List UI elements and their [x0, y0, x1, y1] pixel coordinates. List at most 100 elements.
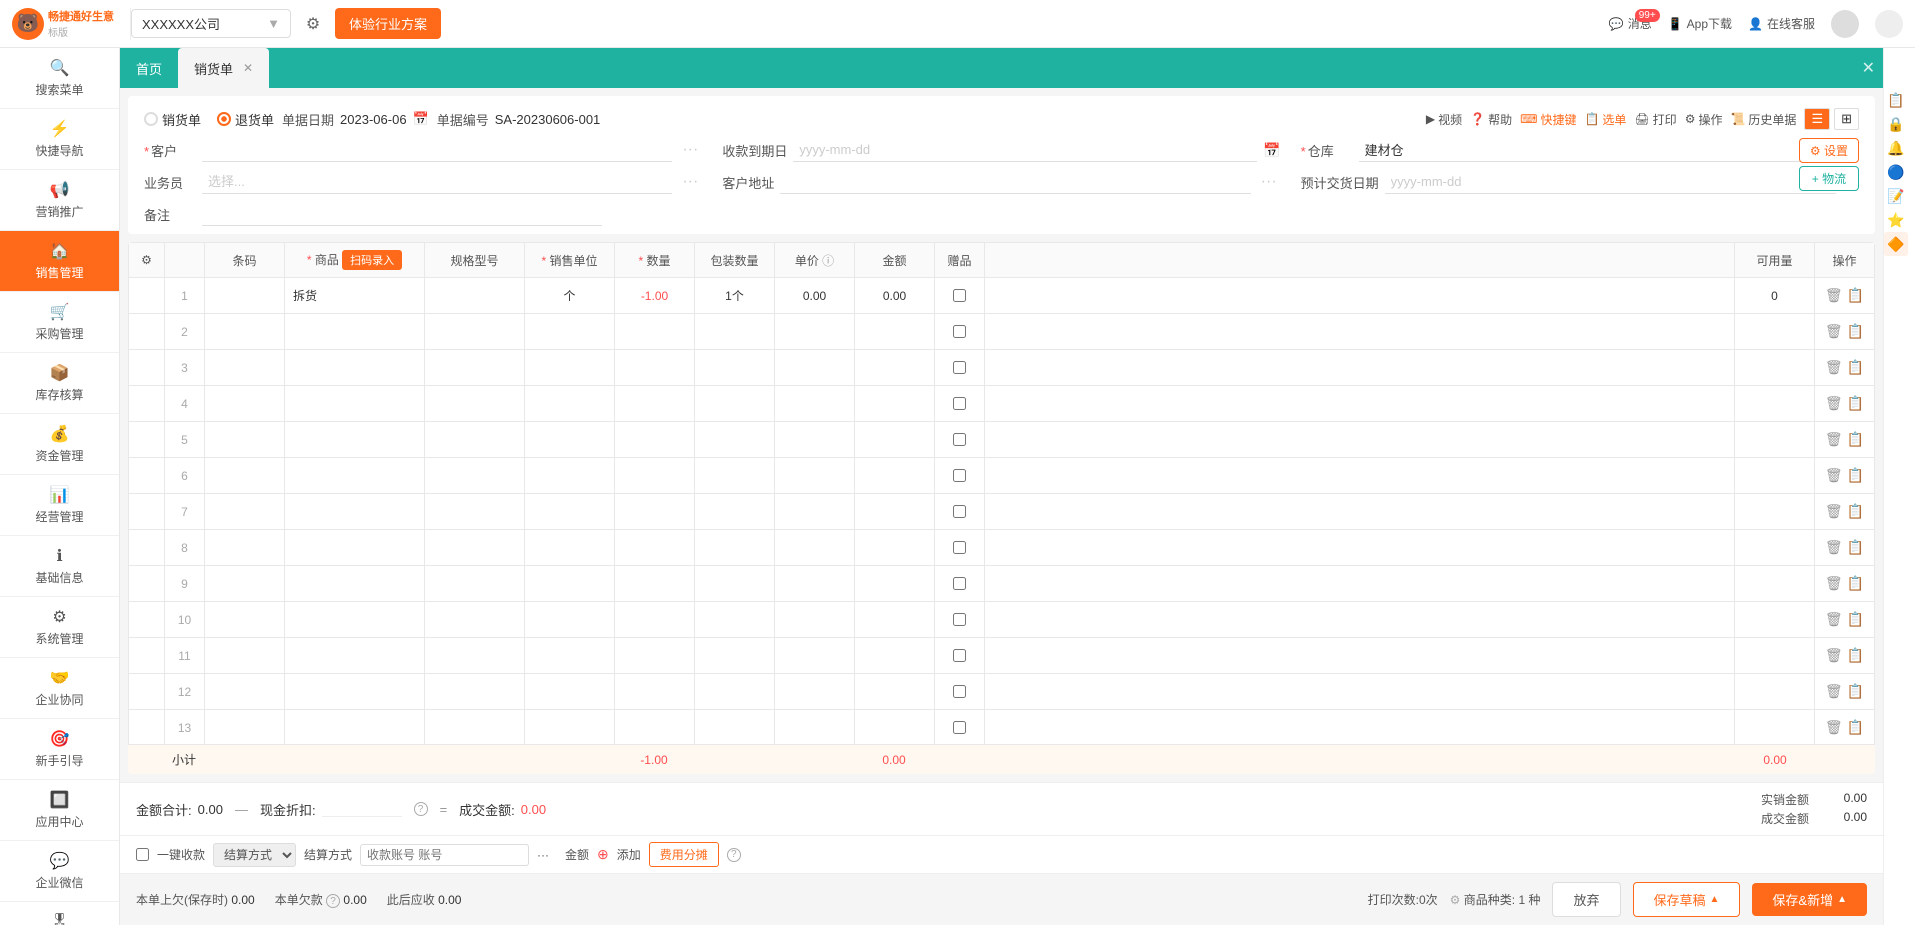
copy-icon[interactable]: 📋 [1847, 575, 1864, 592]
sidebar-item-inventory[interactable]: 📦 库存核算 [0, 353, 119, 414]
row-unit-cell[interactable] [525, 566, 615, 602]
row-price-cell[interactable] [775, 494, 855, 530]
delete-icon[interactable]: 🗑 [1825, 539, 1843, 556]
delete-icon[interactable]: 🗑 [1825, 647, 1843, 664]
copy-icon[interactable]: 📋 [1847, 359, 1864, 376]
account-input[interactable] [360, 844, 529, 866]
copy-icon[interactable]: 📋 [1847, 611, 1864, 628]
calendar-icon[interactable]: 📅 [413, 111, 429, 127]
row-product-cell[interactable] [285, 602, 425, 638]
row-barcode-cell[interactable] [205, 278, 285, 314]
row-gift-cell[interactable] [935, 602, 985, 638]
row-spec-cell[interactable] [425, 458, 525, 494]
row-qty-cell[interactable] [615, 386, 695, 422]
delete-icon[interactable]: 🗑 [1825, 287, 1843, 304]
delete-icon[interactable]: 🗑 [1825, 359, 1843, 376]
copy-icon[interactable]: 📋 [1847, 683, 1864, 700]
tool-icon-7[interactable]: 🔶 [1884, 232, 1908, 256]
salesperson-dots[interactable]: ··· [678, 173, 702, 191]
row-barcode-cell[interactable] [205, 458, 285, 494]
row-price-cell[interactable] [775, 710, 855, 745]
expected-date-input[interactable] [1385, 170, 1836, 194]
one-click-pay-checkbox[interactable] [136, 848, 149, 861]
amount-add-icon[interactable]: ⊕ [597, 846, 609, 863]
row-qty-cell[interactable] [615, 314, 695, 350]
scan-button[interactable]: 扫码录入 [342, 250, 402, 270]
sidebar-item-guide[interactable]: 🎯 新手引导 [0, 719, 119, 780]
customer-addr-input[interactable] [780, 170, 1250, 194]
customer-input[interactable] [202, 138, 672, 162]
row-product-cell[interactable] [285, 350, 425, 386]
row-qty-cell[interactable] [615, 350, 695, 386]
row-barcode-cell[interactable] [205, 494, 285, 530]
row-product-cell[interactable] [285, 566, 425, 602]
row-product-cell[interactable] [285, 530, 425, 566]
row-unit-cell[interactable] [525, 530, 615, 566]
warehouse-input[interactable] [1359, 138, 1829, 162]
row-product-cell[interactable]: 拆货 [285, 278, 425, 314]
sidebar-item-appcenter[interactable]: 🔲 应用中心 [0, 780, 119, 841]
row-price-cell[interactable] [775, 458, 855, 494]
row-unit-cell[interactable] [525, 602, 615, 638]
row-spec-cell[interactable] [425, 602, 525, 638]
trial-button[interactable]: 体验行业方案 [335, 8, 441, 39]
sidebar-item-sales[interactable]: 🏠 销售管理 [0, 231, 119, 292]
delete-icon[interactable]: 🗑 [1825, 431, 1843, 448]
row-qty-cell[interactable] [615, 458, 695, 494]
row-product-cell[interactable] [285, 314, 425, 350]
row-qty-cell[interactable] [615, 602, 695, 638]
row-barcode-cell[interactable] [205, 710, 285, 745]
payment-method-select[interactable]: 结算方式 [213, 843, 296, 867]
company-selector[interactable]: XXXXXX公司 ▼ [131, 9, 291, 38]
message-icon-item[interactable]: 💬 消息 99+ [1609, 15, 1652, 32]
row-unit-cell[interactable]: 个 [525, 278, 615, 314]
delete-icon[interactable]: 🗑 [1825, 467, 1843, 484]
row-gift-cell[interactable] [935, 458, 985, 494]
save-new-button[interactable]: 保存&新增 ▲ [1752, 883, 1867, 916]
row-price-cell[interactable] [775, 638, 855, 674]
tool-icon-5[interactable]: 📝 [1884, 184, 1908, 208]
row-gift-cell[interactable] [935, 710, 985, 745]
row-amount-cell[interactable] [855, 386, 935, 422]
row-gift-cell[interactable] [935, 350, 985, 386]
arrear-help-icon[interactable]: ? [326, 894, 340, 908]
row-gift-cell[interactable] [935, 278, 985, 314]
row-price-cell[interactable]: 0.00 [775, 278, 855, 314]
expense-help-icon[interactable]: ? [727, 848, 741, 862]
row-price-cell[interactable] [775, 566, 855, 602]
row-price-cell[interactable] [775, 314, 855, 350]
customer-addr-dots[interactable]: ··· [1257, 173, 1281, 191]
cash-discount-input[interactable] [322, 801, 402, 817]
row-amount-cell[interactable] [855, 458, 935, 494]
sidebar-item-quicknav[interactable]: ⚡ 快捷导航 [0, 109, 119, 170]
row-amount-cell[interactable] [855, 674, 935, 710]
settings-gear-button[interactable]: ⚙ [299, 10, 327, 38]
copy-icon[interactable]: 📋 [1847, 395, 1864, 412]
row-product-cell[interactable] [285, 674, 425, 710]
sidebar-item-system[interactable]: ⚙ 系统管理 [0, 597, 119, 658]
sidebar-item-finance[interactable]: 💰 资金管理 [0, 414, 119, 475]
row-unit-cell[interactable] [525, 386, 615, 422]
delete-icon[interactable]: 🗑 [1825, 503, 1843, 520]
tab-close-icon[interactable]: ✕ [243, 61, 253, 75]
col-settings[interactable]: ⚙ [129, 243, 165, 278]
sidebar-item-basic[interactable]: ℹ 基础信息 [0, 536, 119, 597]
row-product-cell[interactable] [285, 638, 425, 674]
app-download-item[interactable]: 📱 App下载 [1668, 15, 1732, 32]
row-barcode-cell[interactable] [205, 674, 285, 710]
tool-icon-2[interactable]: 🔒 [1884, 112, 1908, 136]
row-qty-cell[interactable] [615, 494, 695, 530]
delete-icon[interactable]: 🗑 [1825, 575, 1843, 592]
tool-icon-1[interactable]: 📋 [1884, 88, 1908, 112]
row-amount-cell[interactable] [855, 638, 935, 674]
abandon-button[interactable]: 放弃 [1552, 882, 1620, 917]
sidebar-item-member[interactable]: 🎖 畅会员 [0, 902, 119, 925]
row-amount-cell[interactable] [855, 710, 935, 745]
discount-help-icon[interactable]: ? [414, 802, 428, 816]
sidebar-item-search[interactable]: 🔍 搜索菜单 [0, 48, 119, 109]
copy-icon[interactable]: 📋 [1847, 647, 1864, 664]
delete-icon[interactable]: 🗑 [1825, 719, 1843, 736]
copy-icon[interactable]: 📋 [1847, 503, 1864, 520]
row-spec-cell[interactable] [425, 710, 525, 745]
delete-icon[interactable]: 🗑 [1825, 323, 1843, 340]
